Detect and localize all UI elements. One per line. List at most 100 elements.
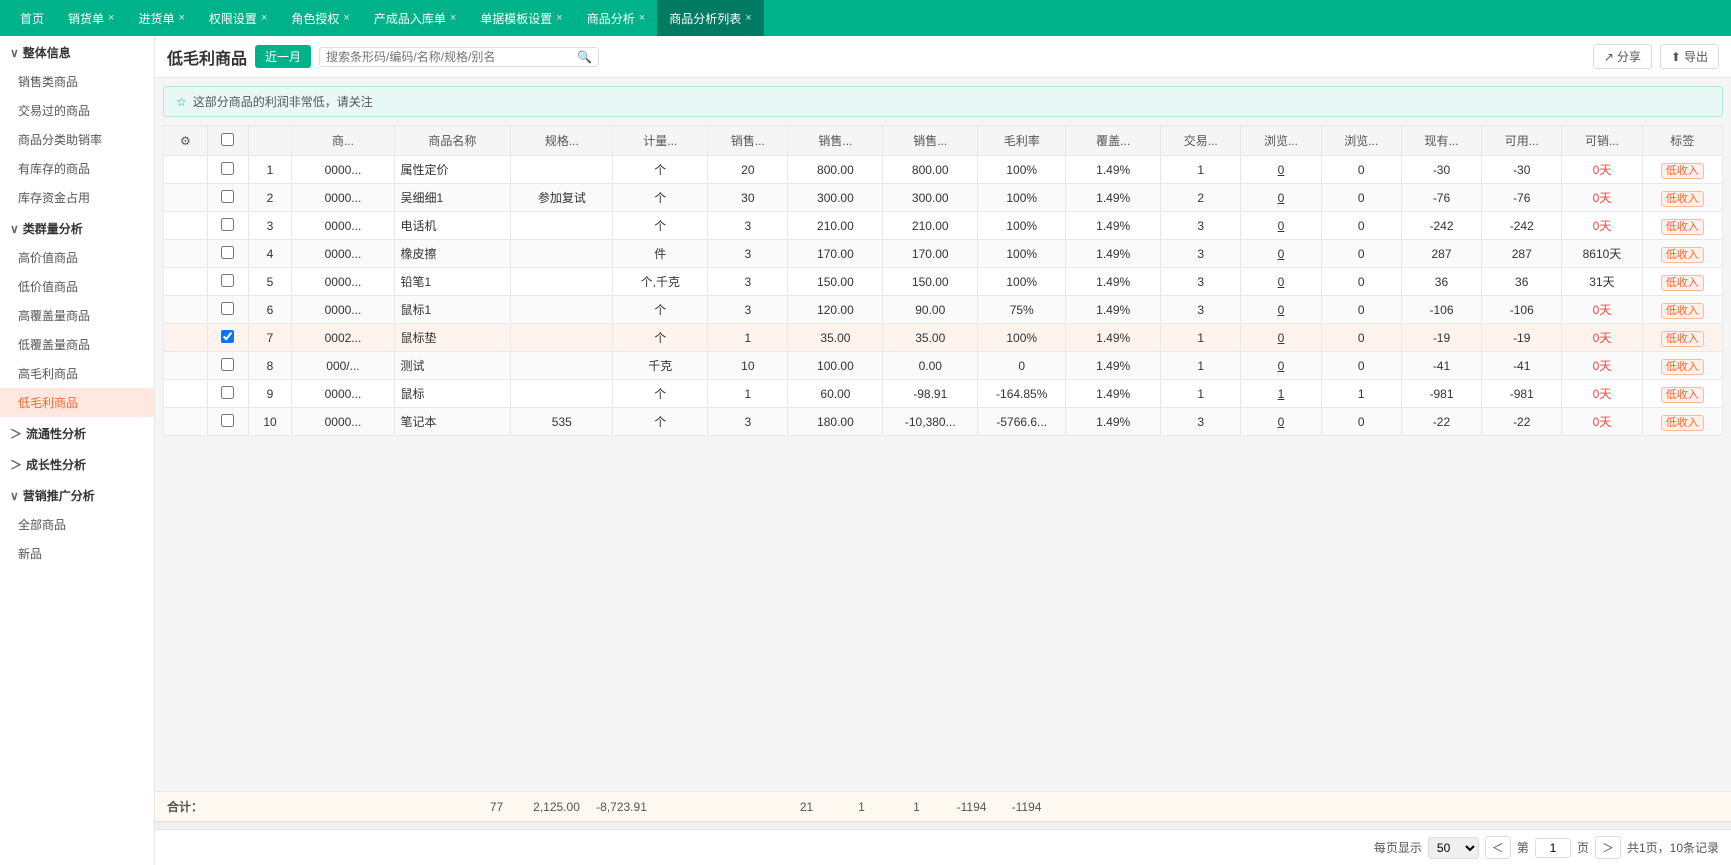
sidebar-item-category-rate[interactable]: 商品分类助销率 bbox=[0, 125, 154, 154]
close-icon[interactable]: × bbox=[639, 12, 645, 24]
cell-checkbox[interactable] bbox=[207, 380, 248, 408]
row-checkbox[interactable] bbox=[221, 190, 234, 203]
cell-checkbox[interactable] bbox=[207, 352, 248, 380]
sidebar-item-low-value[interactable]: 低价值商品 bbox=[0, 272, 154, 301]
cell-view1[interactable]: 0 bbox=[1241, 268, 1321, 296]
cell-checkbox[interactable] bbox=[207, 240, 248, 268]
select-all-checkbox[interactable] bbox=[221, 133, 234, 146]
row-checkbox[interactable] bbox=[221, 246, 234, 259]
cell-view1[interactable]: 0 bbox=[1241, 156, 1321, 184]
cell-checkbox[interactable] bbox=[207, 156, 248, 184]
col-product-name[interactable]: 商品名称 bbox=[394, 126, 511, 156]
cell-view1[interactable]: 0 bbox=[1241, 324, 1321, 352]
cell-view1[interactable]: 0 bbox=[1241, 408, 1321, 436]
nav-purchase-order[interactable]: 进货单 × bbox=[126, 0, 196, 36]
cell-checkbox[interactable] bbox=[207, 184, 248, 212]
col-views1[interactable]: 浏览... bbox=[1241, 126, 1321, 156]
sidebar-item-new-products[interactable]: 新品 bbox=[0, 539, 154, 568]
sidebar-group-liquidity[interactable]: ＞ 流通性分析 bbox=[0, 417, 154, 448]
row-checkbox[interactable] bbox=[221, 218, 234, 231]
cell-curr: -19 bbox=[1401, 324, 1481, 352]
horizontal-scrollbar[interactable] bbox=[155, 821, 1731, 829]
col-sales-qty[interactable]: 销售... bbox=[708, 126, 788, 156]
prev-page-button[interactable]: ＜ bbox=[1485, 836, 1511, 859]
cell-checkbox[interactable] bbox=[207, 408, 248, 436]
nav-product-analysis-list[interactable]: 商品分析列表 × bbox=[657, 0, 763, 36]
close-icon[interactable]: × bbox=[108, 12, 114, 24]
sidebar-item-high-value[interactable]: 高价值商品 bbox=[0, 243, 154, 272]
cell-view1[interactable]: 0 bbox=[1241, 352, 1321, 380]
cell-view1[interactable]: 0 bbox=[1241, 212, 1321, 240]
col-settings[interactable]: ⚙ bbox=[164, 126, 208, 156]
per-page-select[interactable]: 50 100 200 bbox=[1428, 837, 1479, 859]
sidebar-group-marketing[interactable]: ∨ 营销推广分析 bbox=[0, 479, 154, 510]
cell-code: 0000... bbox=[292, 408, 394, 436]
nav-role-auth[interactable]: 角色授权 × bbox=[279, 0, 361, 36]
sidebar-item-in-stock[interactable]: 有库存的商品 bbox=[0, 154, 154, 183]
col-current-stock[interactable]: 现有... bbox=[1401, 126, 1481, 156]
col-trade-count[interactable]: 交易... bbox=[1161, 126, 1241, 156]
cell-checkbox[interactable] bbox=[207, 268, 248, 296]
row-checkbox[interactable] bbox=[221, 274, 234, 287]
sidebar-item-stock-capital[interactable]: 库存资金占用 bbox=[0, 183, 154, 212]
nav-product-inbound[interactable]: 产成品入库单 × bbox=[362, 0, 468, 36]
next-page-button[interactable]: ＞ bbox=[1595, 836, 1621, 859]
row-checkbox[interactable] bbox=[221, 330, 234, 343]
nav-permission-settings[interactable]: 权限设置 × bbox=[197, 0, 279, 36]
sidebar-item-all-products[interactable]: 全部商品 bbox=[0, 510, 154, 539]
row-checkbox[interactable] bbox=[221, 386, 234, 399]
col-saleable-days[interactable]: 可销... bbox=[1562, 126, 1642, 156]
cell-checkbox[interactable] bbox=[207, 324, 248, 352]
sidebar-item-low-margin[interactable]: 低毛利商品 bbox=[0, 388, 154, 417]
row-checkbox[interactable] bbox=[221, 302, 234, 315]
export-button[interactable]: ⬆ 导出 bbox=[1660, 44, 1719, 69]
data-table-wrapper[interactable]: ⚙ 商... 商品名称 规格... 计量... bbox=[163, 125, 1723, 791]
row-checkbox[interactable] bbox=[221, 162, 234, 175]
filter-recent-month-button[interactable]: 近一月 bbox=[255, 45, 311, 68]
sidebar-item-high-margin[interactable]: 高毛利商品 bbox=[0, 359, 154, 388]
share-button[interactable]: ↗ 分享 bbox=[1593, 44, 1652, 69]
col-checkbox[interactable] bbox=[207, 126, 248, 156]
cell-view1[interactable]: 0 bbox=[1241, 184, 1321, 212]
close-icon[interactable]: × bbox=[178, 12, 184, 24]
page-number-input[interactable] bbox=[1535, 838, 1571, 858]
sidebar-item-sales-products[interactable]: 销售类商品 bbox=[0, 67, 154, 96]
search-icon[interactable]: 🔍 bbox=[577, 50, 592, 64]
table-header-row: ⚙ 商... 商品名称 规格... 计量... bbox=[164, 126, 1723, 156]
search-input[interactable] bbox=[326, 50, 577, 64]
col-available-stock[interactable]: 可用... bbox=[1482, 126, 1562, 156]
sidebar-group-overall[interactable]: ∨ 整体信息 bbox=[0, 36, 154, 67]
sidebar-group-cluster[interactable]: ∨ 类群量分析 bbox=[0, 212, 154, 243]
sidebar-item-traded-products[interactable]: 交易过的商品 bbox=[0, 96, 154, 125]
nav-product-analysis[interactable]: 商品分析 × bbox=[575, 0, 657, 36]
close-icon[interactable]: × bbox=[343, 12, 349, 24]
col-sales-price1[interactable]: 销售... bbox=[788, 126, 883, 156]
col-spec[interactable]: 规格... bbox=[511, 126, 613, 156]
col-unit[interactable]: 计量... bbox=[613, 126, 708, 156]
cell-checkbox[interactable] bbox=[207, 212, 248, 240]
col-tag[interactable]: 标签 bbox=[1642, 126, 1722, 156]
sidebar-item-high-coverage[interactable]: 高覆盖量商品 bbox=[0, 301, 154, 330]
col-sales-price2[interactable]: 销售... bbox=[883, 126, 978, 156]
col-code[interactable]: 商... bbox=[292, 126, 394, 156]
nav-template-settings[interactable]: 单据模板设置 × bbox=[468, 0, 574, 36]
col-coverage[interactable]: 覆盖... bbox=[1066, 126, 1161, 156]
nav-sales-order[interactable]: 销货单 × bbox=[56, 0, 126, 36]
nav-home[interactable]: 首页 bbox=[8, 0, 56, 36]
sidebar-group-growth[interactable]: ＞ 成长性分析 bbox=[0, 448, 154, 479]
col-gross-margin[interactable]: 毛利率 bbox=[978, 126, 1066, 156]
col-views2[interactable]: 浏览... bbox=[1321, 126, 1401, 156]
row-checkbox[interactable] bbox=[221, 414, 234, 427]
close-icon[interactable]: × bbox=[261, 12, 267, 24]
cell-view1[interactable]: 1 bbox=[1241, 380, 1321, 408]
header-actions: ↗ 分享 ⬆ 导出 bbox=[1593, 44, 1719, 69]
cell-view1[interactable]: 0 bbox=[1241, 296, 1321, 324]
cell-view1[interactable]: 0 bbox=[1241, 240, 1321, 268]
close-icon[interactable]: × bbox=[556, 12, 562, 24]
row-checkbox[interactable] bbox=[221, 358, 234, 371]
sidebar-item-low-coverage[interactable]: 低覆盖量商品 bbox=[0, 330, 154, 359]
cell-gross: 100% bbox=[978, 212, 1066, 240]
close-icon[interactable]: × bbox=[450, 12, 456, 24]
close-icon[interactable]: × bbox=[745, 12, 751, 24]
cell-checkbox[interactable] bbox=[207, 296, 248, 324]
